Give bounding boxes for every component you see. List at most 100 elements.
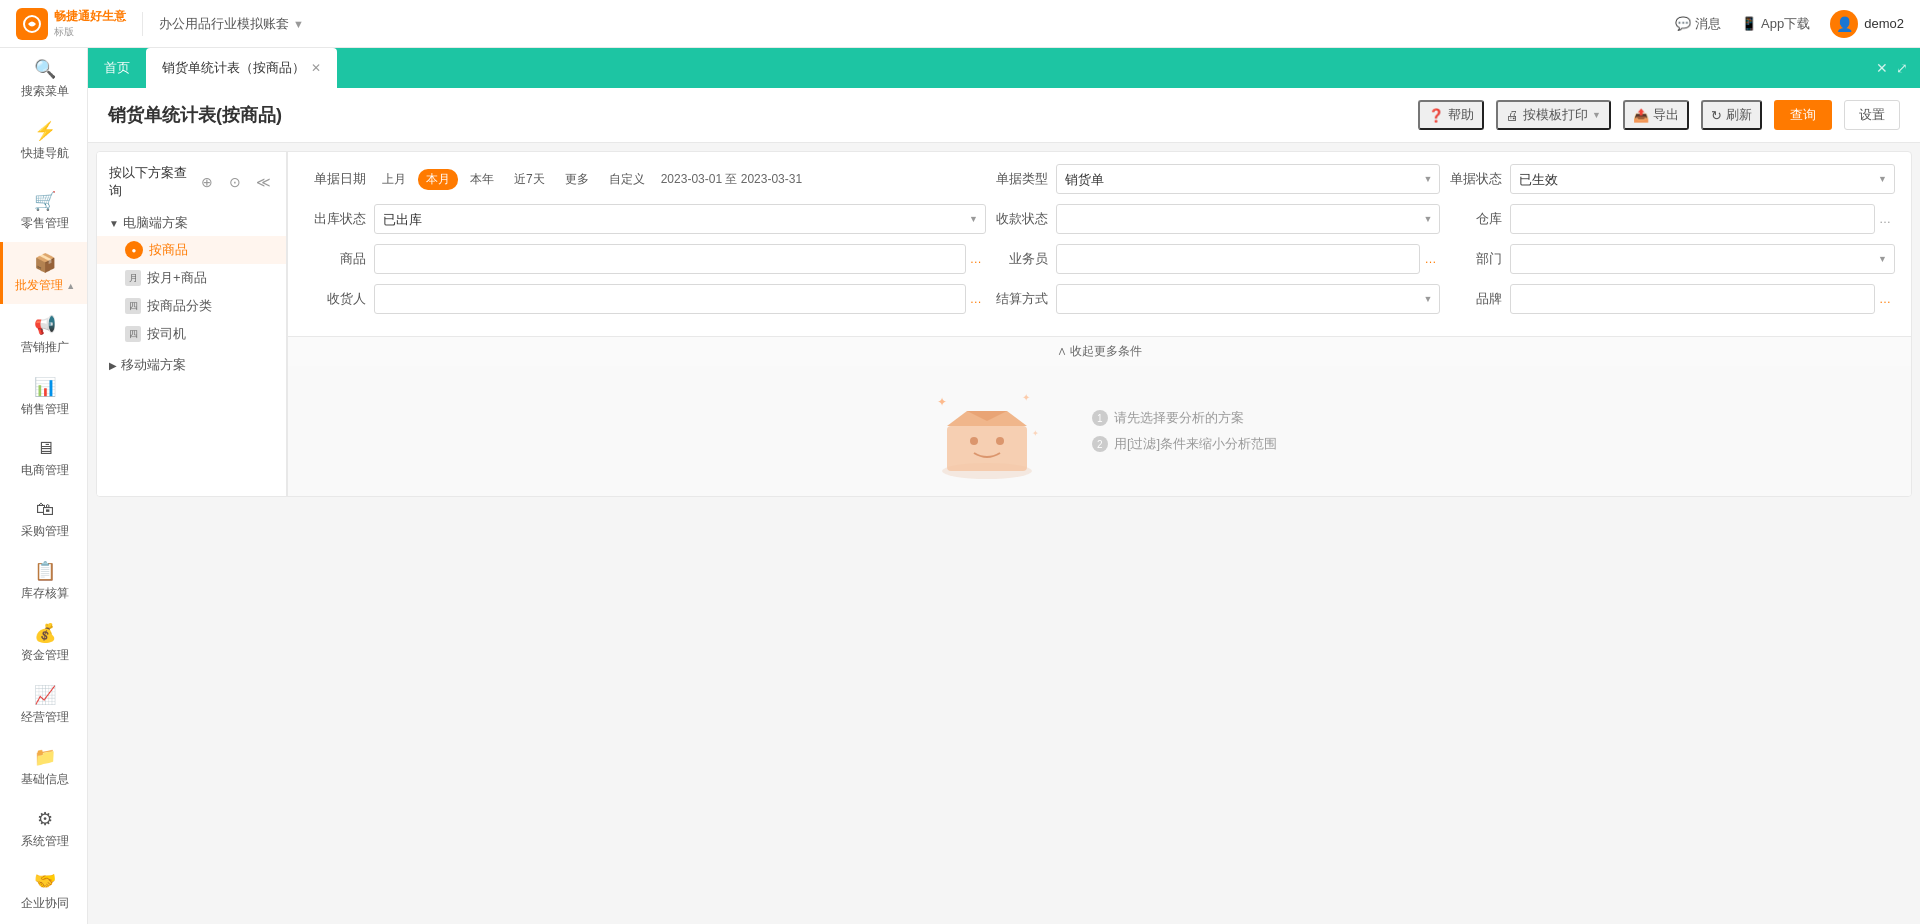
filter-row-3: 商品 … 业务员 … 部门 [304,244,1895,274]
sidebar-item-inventory[interactable]: 📋 库存核算 [0,550,87,612]
system-icon: ⚙ [7,808,83,830]
sidebar-item-enterprise[interactable]: 🤝 企业协同 [0,860,87,922]
enterprise-icon: 🤝 [7,870,83,892]
date-filter: 上月 本月 本年 近7天 更多 自定义 2023-03-01 至 2023-03… [374,169,986,190]
shortcuts-icon: ⚡ [7,120,83,142]
doc-type-select[interactable]: 销货单 [1056,164,1441,194]
settings-button[interactable]: 设置 [1844,100,1900,130]
tab-sales-stats[interactable]: 销货单统计表（按商品） ✕ [146,48,337,88]
scheme-item-by-month-product[interactable]: 月 按月+商品 [97,264,286,292]
tab-home[interactable]: 首页 [88,48,146,88]
filter-field-warehouse: 仓库 … [1440,204,1895,234]
sidebar-item-purchase[interactable]: 🛍 采购管理 [0,489,87,550]
date-tab-thisyear[interactable]: 本年 [462,169,502,190]
receipt-status-label: 收款状态 [986,210,1056,228]
sidebar: 🔍 搜索菜单 ⚡ 快捷导航 🛒 零售管理 📦 批发管理 ▲ 📢 营销推广 📊 销… [0,48,88,924]
date-tab-custom[interactable]: 自定义 [601,169,653,190]
sidebar-item-operations[interactable]: 📈 经营管理 [0,674,87,736]
goods-dots-button[interactable]: … [966,252,986,266]
sidebar-item-sales[interactable]: 📊 销售管理 [0,366,87,428]
filter-field-date: 单据日期 上月 本月 本年 近7天 更多 自定义 [304,169,986,190]
doc-status-select[interactable]: 已生效 [1510,164,1895,194]
right-panel: 单据日期 上月 本月 本年 近7天 更多 自定义 [288,152,1911,496]
department-select[interactable] [1510,244,1895,274]
receipt-status-select[interactable] [1056,204,1441,234]
logo-icon [16,8,48,40]
date-tab-thismonth[interactable]: 本月 [418,169,458,190]
purchase-icon: 🛍 [7,499,83,520]
doc-status-select-wrapper: 已生效 [1510,164,1895,194]
sidebar-item-marketing[interactable]: 📢 营销推广 [0,304,87,366]
app-download-button[interactable]: 📱 App下载 [1741,15,1810,33]
scheme-panel: 按以下方案查询 ⊕ ⊙ ≪ ▼ 电脑端方案 [97,152,287,496]
sidebar-item-basic[interactable]: 📁 基础信息 [0,736,87,798]
scheme-item-by-product[interactable]: ● 按商品 [97,236,286,264]
settlement-select[interactable] [1056,284,1441,314]
date-tab-more[interactable]: 更多 [557,169,597,190]
message-button[interactable]: 💬 消息 [1675,15,1721,33]
scheme-item-by-category[interactable]: 四 按商品分类 [97,292,286,320]
warehouse-dots-button[interactable]: … [1875,212,1895,226]
date-tab-7days[interactable]: 近7天 [506,169,553,190]
filter-form: 单据日期 上月 本月 本年 近7天 更多 自定义 [288,152,1911,336]
tab-close-window-button[interactable]: ✕ [1876,60,1888,76]
sidebar-item-finance[interactable]: 💰 资金管理 [0,612,87,674]
salesperson-dots-button[interactable]: … [1420,252,1440,266]
sidebar-item-retail[interactable]: 🛒 零售管理 [0,180,87,242]
scheme-group-mobile-header[interactable]: ▶ 移动端方案 [97,352,286,378]
refresh-button[interactable]: ↻ 刷新 [1701,100,1762,130]
help-button[interactable]: ❓ 帮助 [1418,100,1484,130]
print-button[interactable]: 🖨 按模板打印 ▼ [1496,100,1611,130]
header-left: 畅捷通好生意 标版 办公用品行业模拟账套 ▼ [16,8,304,40]
empty-state: ✦ ✦ ✦ 1 请先选择要分析的方案 [288,366,1911,496]
goods-input[interactable] [374,244,966,274]
help-icon: ❓ [1428,108,1444,123]
sidebar-item-system[interactable]: ⚙ 系统管理 [0,798,87,860]
export-button[interactable]: 📤 导出 [1623,100,1689,130]
scheme-collapse-button[interactable]: ≪ [252,171,274,193]
doc-status-label: 单据状态 [1440,170,1510,188]
brand-input[interactable] [1510,284,1875,314]
workspace-dropdown-icon[interactable]: ▼ [293,18,304,30]
scheme-settings-button[interactable]: ⊙ [224,171,246,193]
page-header: 销货单统计表(按商品) ❓ 帮助 🖨 按模板打印 ▼ 📤 导出 [88,88,1920,143]
tab-maximize-button[interactable]: ⤢ [1896,60,1908,76]
filter-field-docstatus: 单据状态 已生效 [1440,164,1895,194]
brand-dots-button[interactable]: … [1875,292,1895,306]
retail-icon: 🛒 [7,190,83,212]
filter-field-doctype: 单据类型 销货单 [986,164,1441,194]
date-tab-lastmonth[interactable]: 上月 [374,169,414,190]
scheme-add-button[interactable]: ⊕ [196,171,218,193]
date-range-display: 2023-03-01 至 2023-03-31 [661,171,802,188]
tab-close-button[interactable]: ✕ [311,62,321,74]
sidebar-item-wholesale[interactable]: 📦 批发管理 ▲ [0,242,87,304]
tip-num-1: 1 [1092,410,1108,426]
collapse-button[interactable]: ∧ 收起更多条件 [288,336,1911,366]
settlement-label: 结算方式 [986,290,1056,308]
sidebar-item-ecommerce[interactable]: 🖥 电商管理 [0,428,87,489]
sidebar-item-shortcuts[interactable]: ⚡ 快捷导航 [0,110,87,172]
user-menu[interactable]: 👤 demo2 [1830,10,1904,38]
filter-field-outstatus: 出库状态 已出库 [304,204,986,234]
scheme-group-expand-icon: ▼ [109,218,119,229]
workspace-selector[interactable]: 办公用品行业模拟账套 ▼ [159,15,304,33]
wholesale-icon: 📦 [7,252,83,274]
message-icon: 💬 [1675,16,1691,31]
scheme-header-icons: ⊕ ⊙ ≪ [196,171,274,193]
query-button[interactable]: 查询 [1774,100,1832,130]
out-status-select[interactable]: 已出库 [374,204,986,234]
search-icon: 🔍 [7,58,83,80]
receiver-dots-button[interactable]: … [966,292,986,306]
scheme-title: 按以下方案查询 [109,164,196,200]
sidebar-item-search[interactable]: 🔍 搜索菜单 [0,48,87,110]
goods-label: 商品 [304,250,374,268]
receiver-input[interactable] [374,284,966,314]
filter-field-settlement: 结算方式 [986,284,1441,314]
scheme-group-pc-header[interactable]: ▼ 电脑端方案 [97,210,286,236]
page-header-actions: ❓ 帮助 🖨 按模板打印 ▼ 📤 导出 ↻ 刷新 [1418,100,1900,142]
scheme-item-by-driver[interactable]: 四 按司机 [97,320,286,348]
scheme-group-mobile: ▶ 移动端方案 [97,350,286,380]
salesperson-input[interactable] [1056,244,1421,274]
main-layout: 🔍 搜索菜单 ⚡ 快捷导航 🛒 零售管理 📦 批发管理 ▲ 📢 营销推广 📊 销… [0,48,1920,924]
warehouse-input[interactable] [1510,204,1875,234]
